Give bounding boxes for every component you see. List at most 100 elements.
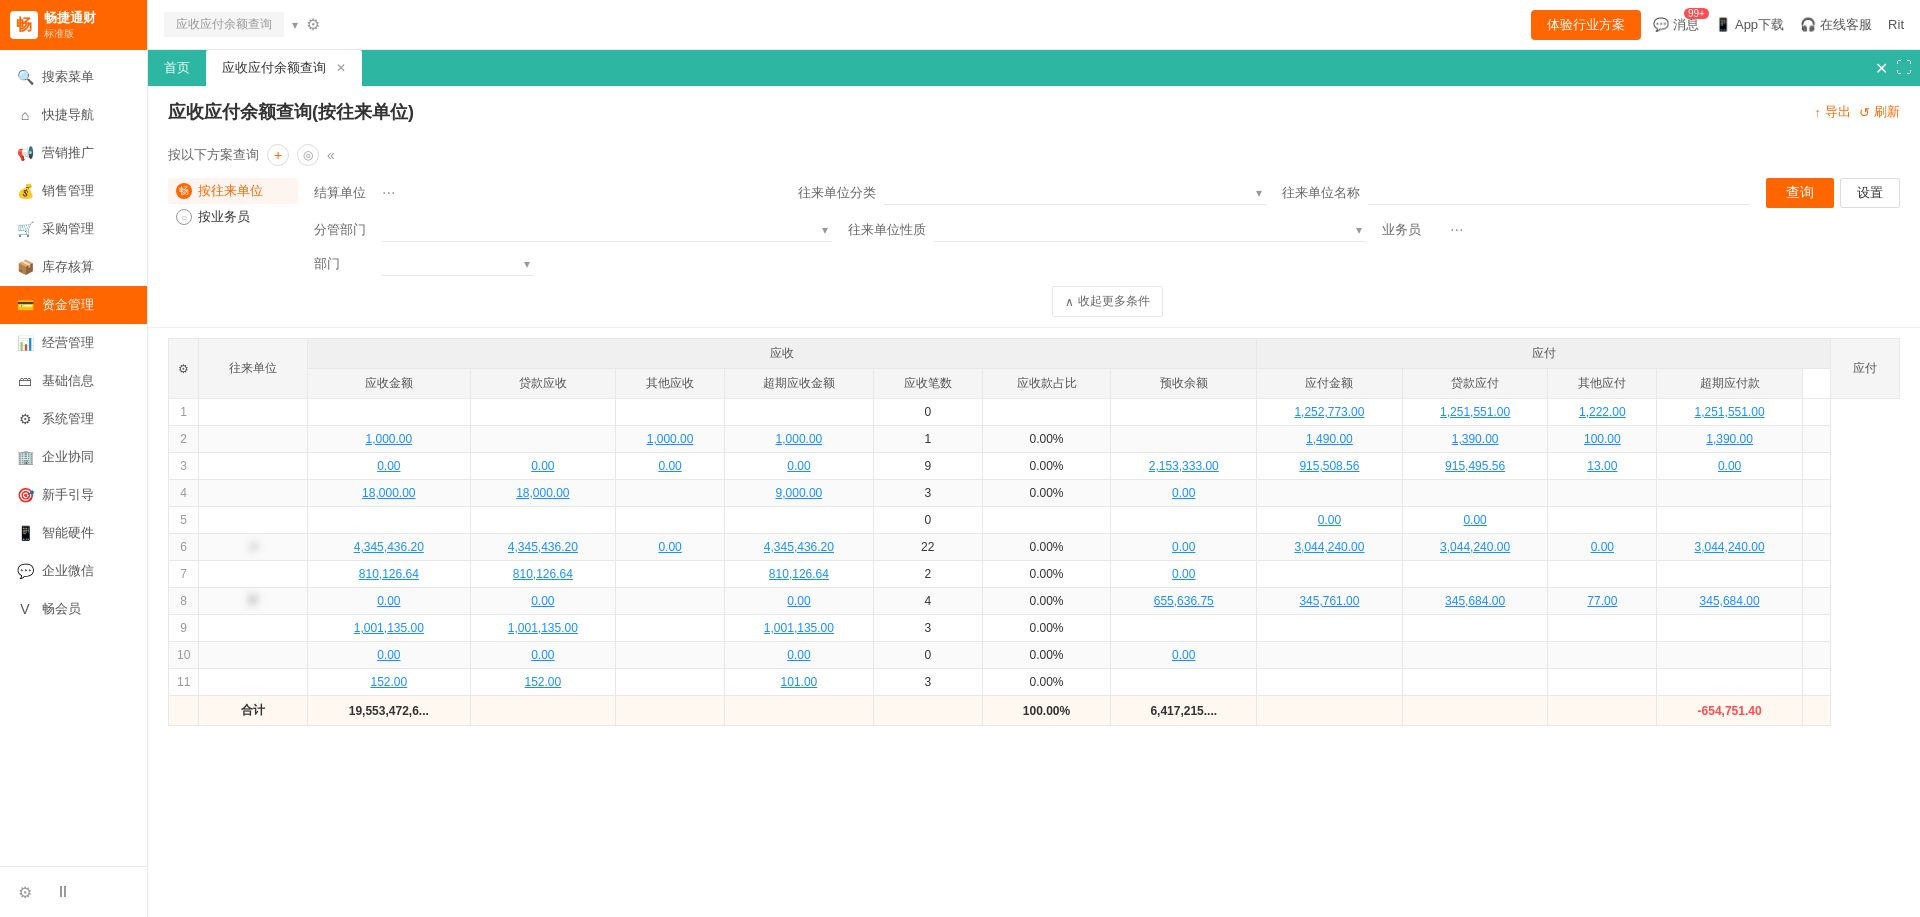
data-cell[interactable]: 0.00 <box>1111 534 1257 561</box>
fenguan-select[interactable] <box>382 218 832 242</box>
data-cell[interactable]: 77.00 <box>1548 588 1657 615</box>
tab-close-window-button[interactable]: ✕ <box>1875 59 1888 78</box>
data-cell[interactable]: 18,000.00 <box>470 480 616 507</box>
data-cell[interactable]: 345,761.00 <box>1257 588 1403 615</box>
filter-collapse-button[interactable]: « <box>327 147 335 163</box>
business-input-dots[interactable]: ··· <box>1450 221 1463 239</box>
query-button[interactable]: 查询 <box>1766 178 1834 208</box>
data-cell[interactable]: 100.00 <box>1548 426 1657 453</box>
data-cell[interactable]: 152.00 <box>308 669 470 696</box>
data-cell[interactable]: 0.00 <box>1402 507 1548 534</box>
data-cell[interactable]: 345,684.00 <box>1402 588 1548 615</box>
table-footer-ar-total[interactable]: 19,553,472,6... <box>308 696 470 726</box>
breadcrumb-gear-icon[interactable]: ⚙ <box>306 15 320 34</box>
tab-close-icon[interactable]: ✕ <box>336 61 346 75</box>
data-cell[interactable]: 3,044,240.00 <box>1257 534 1403 561</box>
data-cell[interactable]: 18,000.00 <box>308 480 470 507</box>
tab-ar-ap[interactable]: 应收应付余额查询 ✕ <box>206 50 362 86</box>
data-cell[interactable]: 0.00 <box>470 642 616 669</box>
data-cell[interactable]: 2,153,333.00 <box>1111 453 1257 480</box>
filter-settings-button[interactable]: ◎ <box>297 144 319 166</box>
data-cell[interactable]: 0.00 <box>308 588 470 615</box>
data-cell[interactable]: 810,126.64 <box>308 561 470 588</box>
data-cell[interactable]: 1,490.00 <box>1257 426 1403 453</box>
sidebar-item-quick[interactable]: ⌂ 快捷导航 <box>0 96 147 134</box>
data-cell[interactable]: 1,001,135.00 <box>308 615 470 642</box>
data-cell[interactable]: 4,345,436.20 <box>308 534 470 561</box>
data-cell[interactable]: 345,684.00 <box>1657 588 1803 615</box>
filter-settings-btn[interactable]: 设置 <box>1840 178 1900 208</box>
data-cell[interactable]: 152.00 <box>470 669 616 696</box>
tab-home[interactable]: 首页 <box>148 50 206 86</box>
sidebar-item-wechat[interactable]: 💬 企业微信 <box>0 552 147 590</box>
data-cell[interactable]: 3,044,240.00 <box>1657 534 1803 561</box>
sidebar-item-operation[interactable]: 📊 经营管理 <box>0 324 147 362</box>
sidebar-item-member[interactable]: V 畅会员 <box>0 590 147 628</box>
service-button[interactable]: 🎧 在线客服 <box>1800 16 1872 34</box>
filter-option-by-unit[interactable]: 畅 按往来单位 <box>168 178 298 204</box>
data-cell[interactable]: 4,345,436.20 <box>724 534 873 561</box>
data-cell[interactable]: 101.00 <box>724 669 873 696</box>
download-button[interactable]: 📱 App下载 <box>1715 16 1784 34</box>
data-cell[interactable]: 0.00 <box>724 588 873 615</box>
data-cell[interactable]: 1,252,773.00 <box>1257 399 1403 426</box>
data-cell[interactable]: 0.00 <box>1257 507 1403 534</box>
sidebar-item-corp[interactable]: 🏢 企业协同 <box>0 438 147 476</box>
data-cell[interactable]: 0.00 <box>616 534 725 561</box>
data-cell[interactable]: 0.00 <box>1111 642 1257 669</box>
laiwan-name-input[interactable] <box>1368 181 1750 205</box>
data-cell[interactable]: 0.00 <box>724 642 873 669</box>
export-button[interactable]: ↑ 导出 <box>1815 103 1852 121</box>
data-cell[interactable]: 0.00 <box>470 453 616 480</box>
data-cell[interactable]: 915,495.56 <box>1402 453 1548 480</box>
refresh-button[interactable]: ↺ 刷新 <box>1859 103 1900 121</box>
data-cell[interactable]: 1,000.00 <box>616 426 725 453</box>
data-cell[interactable]: 1,390.00 <box>1657 426 1803 453</box>
data-cell[interactable]: 0.00 <box>308 453 470 480</box>
data-cell[interactable]: 1,001,135.00 <box>724 615 873 642</box>
data-cell[interactable]: 0.00 <box>470 588 616 615</box>
data-cell[interactable]: 4,345,436.20 <box>470 534 616 561</box>
filter-add-button[interactable]: + <box>267 144 289 166</box>
message-button[interactable]: 💬 消息 99+ <box>1653 16 1699 34</box>
data-cell[interactable]: 0.00 <box>616 453 725 480</box>
sidebar-item-system[interactable]: ⚙ 系统管理 <box>0 400 147 438</box>
filter-option-by-staff[interactable]: ○ 按业务员 <box>168 204 298 230</box>
dept-select[interactable] <box>382 252 534 276</box>
data-cell[interactable]: 655,636.75 <box>1111 588 1257 615</box>
data-cell[interactable]: 810,126.64 <box>724 561 873 588</box>
table-settings-col[interactable]: ⚙ <box>169 339 199 399</box>
sidebar-item-inventory[interactable]: 📦 库存核算 <box>0 248 147 286</box>
data-cell[interactable]: 1,000.00 <box>308 426 470 453</box>
data-cell[interactable]: 0.00 <box>1657 453 1803 480</box>
sidebar-item-guide[interactable]: 🎯 新手引导 <box>0 476 147 514</box>
data-cell[interactable]: 9,000.00 <box>724 480 873 507</box>
sidebar-item-basic[interactable]: 🗃 基础信息 <box>0 362 147 400</box>
sidebar-item-sales[interactable]: 💰 销售管理 <box>0 172 147 210</box>
laiwan-type-select[interactable] <box>884 181 1266 205</box>
data-cell[interactable]: 0.00 <box>1548 534 1657 561</box>
data-cell[interactable]: 1,001,135.00 <box>470 615 616 642</box>
table-footer-ar-prepay[interactable]: 6,417,215.... <box>1111 696 1257 726</box>
laiwan-nature-select[interactable] <box>934 218 1366 242</box>
data-cell[interactable]: 1,251,551.00 <box>1657 399 1803 426</box>
data-cell[interactable]: 1,000.00 <box>724 426 873 453</box>
collapse-footer-button[interactable]: ⏸ <box>48 877 78 907</box>
data-cell[interactable]: 0.00 <box>1111 480 1257 507</box>
sidebar-item-search[interactable]: 🔍 搜索菜单 <box>0 58 147 96</box>
data-cell[interactable]: 0.00 <box>1111 561 1257 588</box>
data-cell[interactable]: 3,044,240.00 <box>1402 534 1548 561</box>
sidebar-item-hardware[interactable]: 📱 智能硬件 <box>0 514 147 552</box>
settings-footer-button[interactable]: ⚙ <box>10 877 40 907</box>
data-cell[interactable]: 1,222.00 <box>1548 399 1657 426</box>
tab-maximize-button[interactable]: ⛶ <box>1896 59 1912 77</box>
data-cell[interactable]: 1,251,551.00 <box>1402 399 1548 426</box>
data-cell[interactable]: 915,508.56 <box>1257 453 1403 480</box>
collapse-more-button[interactable]: ∧ 收起更多条件 <box>1052 286 1163 317</box>
data-cell[interactable]: 810,126.64 <box>470 561 616 588</box>
sidebar-item-finance[interactable]: 💳 资金管理 <box>0 286 147 324</box>
data-cell[interactable]: 0.00 <box>724 453 873 480</box>
trial-button[interactable]: 体验行业方案 <box>1531 10 1641 40</box>
jiesuan-input-dots[interactable]: ··· <box>382 184 395 202</box>
sidebar-item-purchase[interactable]: 🛒 采购管理 <box>0 210 147 248</box>
